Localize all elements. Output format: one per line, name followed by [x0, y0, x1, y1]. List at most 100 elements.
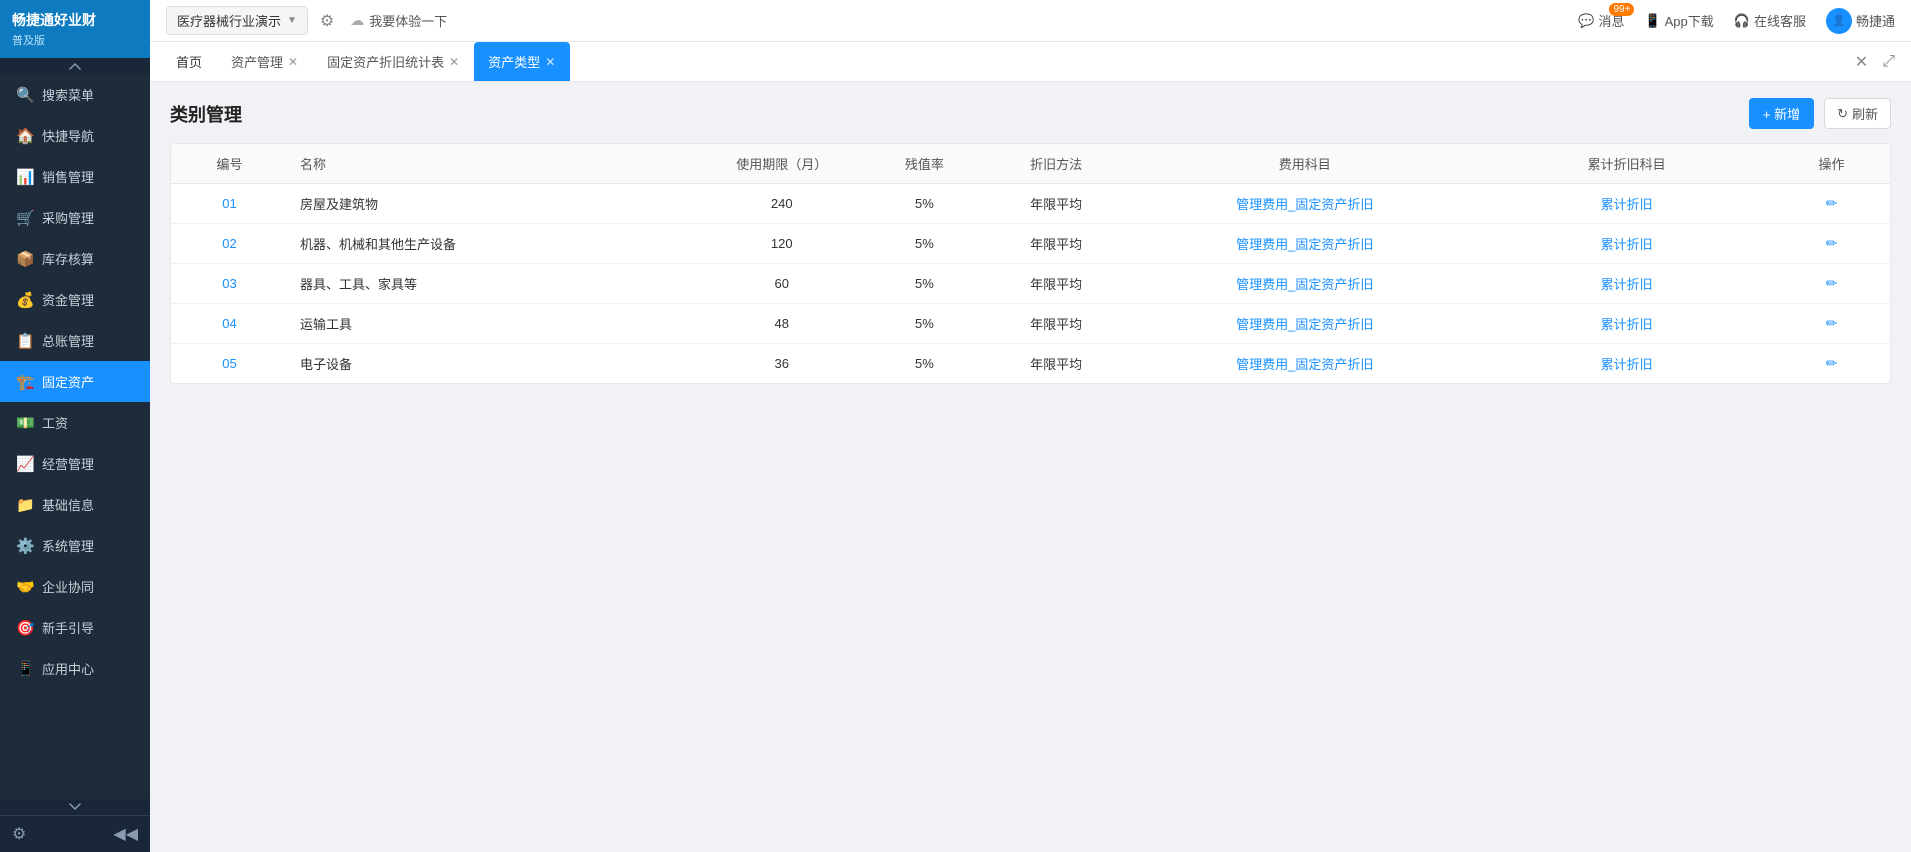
page-title: 类别管理 [170, 101, 242, 127]
sidebar-item-label: 采购管理 [42, 208, 94, 227]
cell-period: 36 [698, 344, 866, 384]
col-header-method: 折旧方法 [983, 144, 1129, 184]
close-window-icon[interactable]: ✕ [1851, 50, 1872, 74]
fixedasset-icon: 🏗️ [16, 373, 34, 391]
sidebar-item-label: 销售管理 [42, 167, 94, 186]
sidebar-item-label: 基础信息 [42, 495, 94, 514]
cell-expense: 管理费用_固定资产折旧 [1129, 344, 1480, 384]
cell-action: ✏ [1773, 304, 1890, 344]
sidebar-item-label: 搜索菜单 [42, 85, 94, 104]
sidebar-item-label: 企业协同 [42, 577, 94, 596]
tab-depreciation-report-label: 固定资产折旧统计表 [327, 52, 444, 71]
module-selector[interactable]: 医疗器械行业演示 ▼ [166, 6, 308, 35]
app-name: 畅捷通好业财 [12, 10, 138, 30]
data-table: 编号 名称 使用期限（月） 残值率 折旧方法 费用科目 累计折旧科目 操作 01… [171, 144, 1890, 383]
cell-id: 01 [171, 184, 288, 224]
cell-expense: 管理费用_固定资产折旧 [1129, 304, 1480, 344]
sidebar-item-label: 工资 [42, 413, 68, 432]
sidebar-item-sales[interactable]: 📊 销售管理 [0, 156, 150, 197]
edit-icon[interactable]: ✏ [1826, 315, 1838, 331]
table-row: 01 房屋及建筑物 240 5% 年限平均 管理费用_固定资产折旧 累计折旧 ✏ [171, 184, 1890, 224]
sidebar-scroll-down[interactable] [0, 799, 150, 815]
cell-accumulated: 累计折旧 [1480, 264, 1773, 304]
cell-accumulated: 累计折旧 [1480, 304, 1773, 344]
sidebar-item-operations[interactable]: 📈 经营管理 [0, 443, 150, 484]
cell-period: 48 [698, 304, 866, 344]
search-icon: 🔍 [16, 86, 34, 104]
tab-asset-management[interactable]: 资产管理 ✕ [217, 42, 313, 81]
notifications-badge: 99+ [1609, 3, 1634, 16]
refresh-button[interactable]: ↻ 刷新 [1824, 98, 1891, 129]
user-profile-btn[interactable]: 👤 畅捷通 [1826, 8, 1895, 34]
cell-method: 年限平均 [983, 304, 1129, 344]
system-icon: ⚙️ [16, 537, 34, 555]
online-service-btn[interactable]: 🎧 在线客服 [1734, 11, 1806, 30]
close-tab-depreciation-report-icon[interactable]: ✕ [449, 56, 459, 68]
settings-icon[interactable]: ⚙ [12, 824, 26, 844]
tab-home-label: 首页 [176, 52, 202, 71]
sidebar-item-label: 经营管理 [42, 454, 94, 473]
cell-accumulated: 累计折旧 [1480, 344, 1773, 384]
sidebar-item-system[interactable]: ⚙️ 系统管理 [0, 525, 150, 566]
table-body: 01 房屋及建筑物 240 5% 年限平均 管理费用_固定资产折旧 累计折旧 ✏… [171, 184, 1890, 384]
experience-btn[interactable]: ☁ 我要体验一下 [350, 11, 447, 30]
edit-icon[interactable]: ✏ [1826, 235, 1838, 251]
sidebar-item-enterprise[interactable]: 🤝 企业协同 [0, 566, 150, 607]
sidebar-item-inventory[interactable]: 📦 库存核算 [0, 238, 150, 279]
table-row: 04 运输工具 48 5% 年限平均 管理费用_固定资产折旧 累计折旧 ✏ [171, 304, 1890, 344]
refresh-icon: ↻ [1837, 106, 1848, 122]
col-header-accumulated: 累计折旧科目 [1480, 144, 1773, 184]
sales-icon: 📊 [16, 168, 34, 186]
edit-icon[interactable]: ✏ [1826, 355, 1838, 371]
col-header-period: 使用期限（月） [698, 144, 866, 184]
collapse-icon[interactable]: ◀◀ [113, 824, 138, 844]
tab-asset-type[interactable]: 资产类型 ✕ [474, 42, 570, 81]
sidebar-item-label: 总账管理 [42, 331, 94, 350]
cell-name: 器具、工具、家具等 [288, 264, 698, 304]
col-header-id: 编号 [171, 144, 288, 184]
cell-action: ✏ [1773, 264, 1890, 304]
app-download-btn[interactable]: 📱 App下载 [1644, 11, 1713, 30]
page-actions: + 新增 ↻ 刷新 [1749, 98, 1891, 129]
edit-icon[interactable]: ✏ [1826, 195, 1838, 211]
headset-icon: 🎧 [1734, 13, 1750, 29]
purchase-icon: 🛒 [16, 209, 34, 227]
cell-method: 年限平均 [983, 264, 1129, 304]
sidebar-item-quicknav[interactable]: 🏠 快捷导航 [0, 115, 150, 156]
guide-icon: 🎯 [16, 619, 34, 637]
tabbar-right-buttons: ✕ ⤢ [1851, 50, 1899, 74]
close-tab-asset-management-icon[interactable]: ✕ [288, 56, 298, 68]
sidebar-item-appcenter[interactable]: 📱 应用中心 [0, 648, 150, 689]
tab-home[interactable]: 首页 [162, 42, 217, 81]
sidebar-item-ledger[interactable]: 📋 总账管理 [0, 320, 150, 361]
settings-gear-icon[interactable]: ⚙ [320, 11, 334, 31]
notifications-btn[interactable]: 💬 消息 99+ [1578, 11, 1624, 30]
expand-window-icon[interactable]: ⤢ [1878, 51, 1899, 73]
chevron-down-icon: ▼ [287, 15, 297, 26]
cell-residual: 5% [866, 184, 983, 224]
capital-icon: 💰 [16, 291, 34, 309]
cell-period: 60 [698, 264, 866, 304]
sidebar-item-purchase[interactable]: 🛒 采购管理 [0, 197, 150, 238]
close-tab-asset-type-icon[interactable]: ✕ [545, 56, 555, 68]
sidebar-item-guide[interactable]: 🎯 新手引导 [0, 607, 150, 648]
sidebar-item-payroll[interactable]: 💵 工资 [0, 402, 150, 443]
new-button[interactable]: + 新增 [1749, 98, 1814, 129]
cell-name: 房屋及建筑物 [288, 184, 698, 224]
sidebar-item-fixedasset[interactable]: 🏗️ 固定资产 [0, 361, 150, 402]
sidebar-footer: ⚙ ◀◀ [0, 815, 150, 852]
cell-action: ✏ [1773, 224, 1890, 264]
sidebar-menu: 🔍 搜索菜单 🏠 快捷导航 📊 销售管理 🛒 采购管理 📦 库存核算 💰 资金管… [0, 74, 150, 799]
cell-period: 240 [698, 184, 866, 224]
sidebar-item-label: 固定资产 [42, 372, 94, 391]
sidebar-item-basicinfo[interactable]: 📁 基础信息 [0, 484, 150, 525]
sidebar-item-capital[interactable]: 💰 资金管理 [0, 279, 150, 320]
sidebar-item-label: 资金管理 [42, 290, 94, 309]
cell-residual: 5% [866, 304, 983, 344]
sidebar-scroll-up[interactable] [0, 58, 150, 74]
sidebar-item-search[interactable]: 🔍 搜索菜单 [0, 74, 150, 115]
refresh-label: 刷新 [1852, 104, 1878, 123]
cell-id: 02 [171, 224, 288, 264]
tab-depreciation-report[interactable]: 固定资产折旧统计表 ✕ [313, 42, 474, 81]
edit-icon[interactable]: ✏ [1826, 275, 1838, 291]
